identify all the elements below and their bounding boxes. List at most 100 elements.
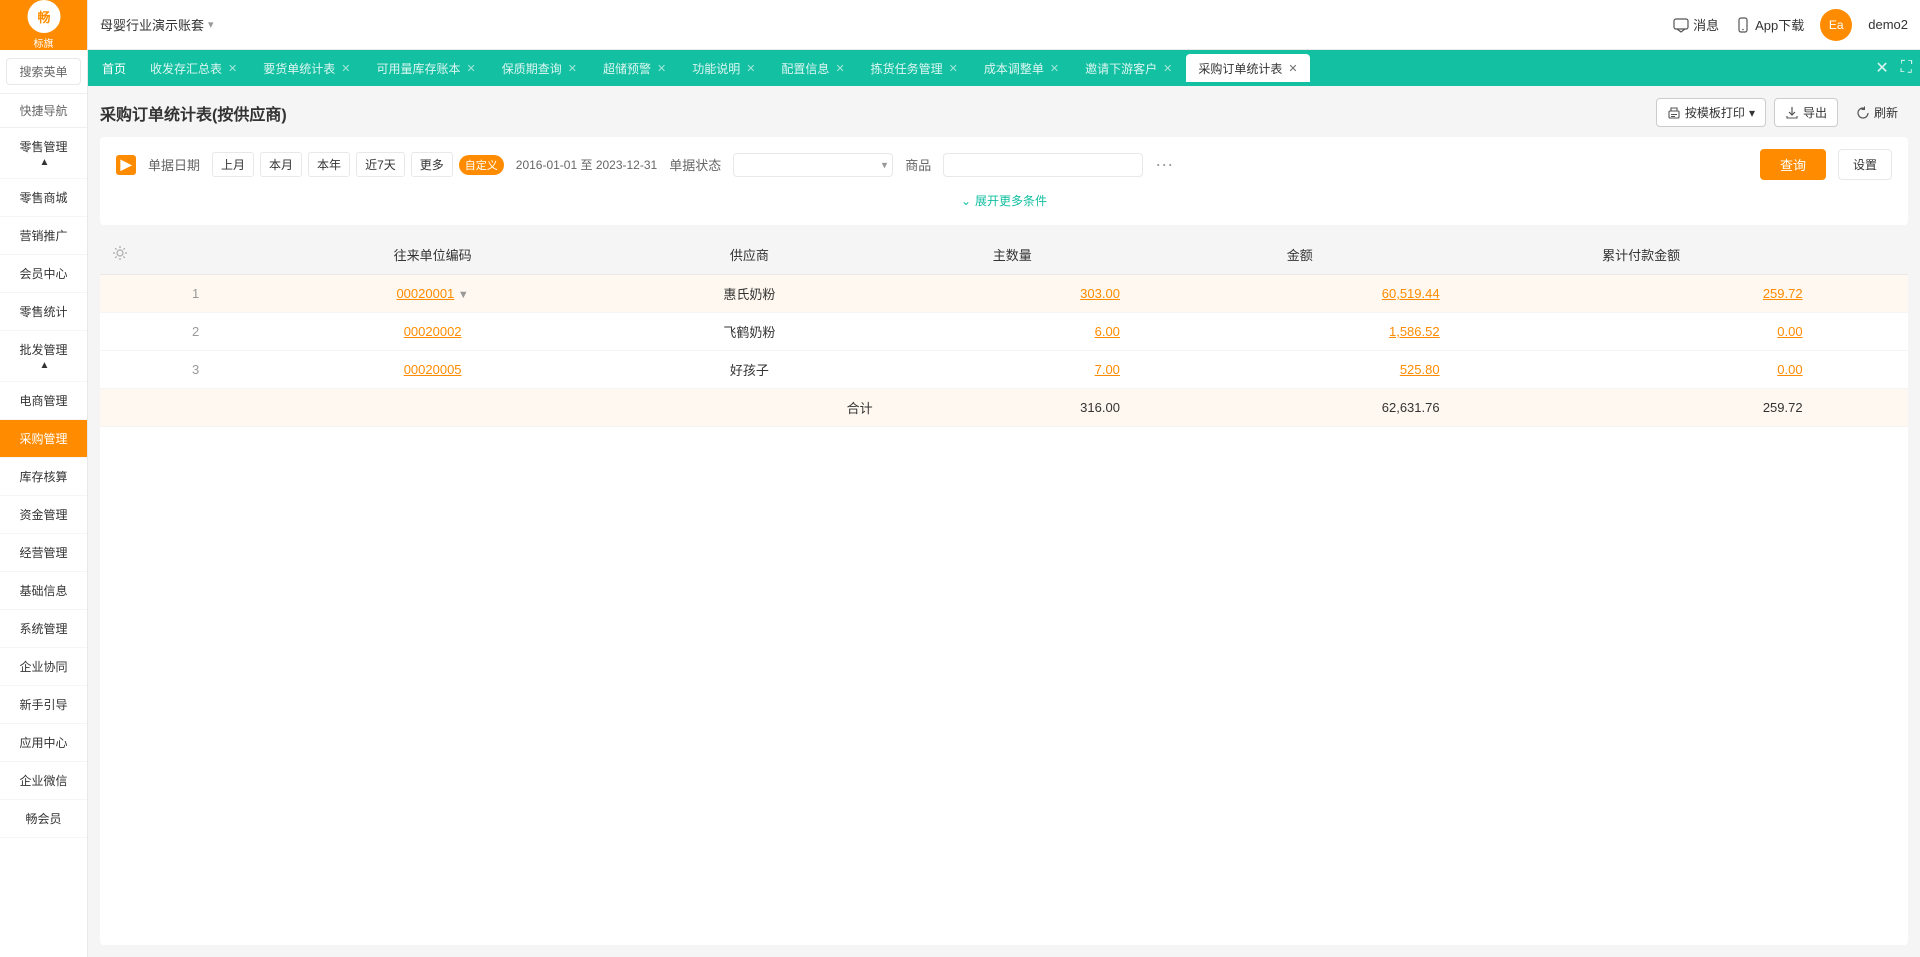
tab-close-icon[interactable]: ✕: [835, 62, 844, 75]
sidebar-item-retail-mgmt[interactable]: 零售管理 ▲: [0, 128, 87, 179]
tab-pick-task[interactable]: 拣货任务管理 ✕: [859, 54, 970, 82]
sidebar-item-member[interactable]: 畅会员: [0, 800, 87, 838]
export-button[interactable]: 导出: [1774, 98, 1838, 127]
date-filter-label: 单据日期: [148, 155, 200, 174]
tab-invite-customer[interactable]: 邀请下游客户 ✕: [1073, 54, 1184, 82]
tab-receive-pay[interactable]: 收发存汇总表 ✕: [138, 54, 249, 82]
account-selector[interactable]: 母婴行业演示账套 ▾: [100, 15, 214, 34]
sidebar-item-label: 企业协同: [19, 658, 67, 675]
tab-close-icon[interactable]: ✕: [657, 62, 666, 75]
tab-home[interactable]: 首页: [92, 54, 136, 82]
page-title: 采购订单统计表(按供应商): [100, 101, 287, 125]
username-label[interactable]: demo2: [1868, 17, 1908, 32]
tab-purchase-stats[interactable]: 要货单统计表 ✕: [251, 54, 362, 82]
col-supplier-header: 供应商: [614, 235, 884, 275]
sidebar-item-purchase-mgmt[interactable]: 采购管理: [0, 420, 87, 458]
tab-close-icon[interactable]: ✕: [746, 62, 755, 75]
col-seq-header: [140, 235, 251, 275]
sidebar-item-member-center[interactable]: 会员中心: [0, 255, 87, 293]
sidebar-item-retail-mall[interactable]: 零售商城: [0, 179, 87, 217]
settings-button[interactable]: 设置: [1838, 149, 1892, 180]
cell-amount: 1,586.52: [1140, 313, 1460, 351]
custom-date-badge[interactable]: 自定义: [459, 155, 504, 175]
current-month-button[interactable]: 本月: [260, 152, 302, 177]
user-avatar[interactable]: Ea: [1820, 9, 1852, 41]
prev-month-button[interactable]: 上月: [212, 152, 254, 177]
print-button[interactable]: 按模板打印 ▾: [1656, 98, 1766, 127]
footer-amount: 62,631.76: [1140, 389, 1460, 427]
current-year-button[interactable]: 本年: [308, 152, 350, 177]
status-select-wrap: [733, 153, 893, 177]
status-select[interactable]: [733, 153, 893, 177]
collapse-filter-button[interactable]: ▶: [116, 155, 136, 175]
sidebar-item-finance[interactable]: 资金管理: [0, 496, 87, 534]
goods-input[interactable]: [943, 153, 1143, 177]
cell-unit-code: 00020005: [251, 351, 614, 389]
main-area: 母婴行业演示账套 ▾ 消息 App下载 Ea demo2 首页 收发存汇总表 ✕…: [88, 0, 1920, 957]
more-date-button[interactable]: 更多: [411, 152, 453, 177]
qty-link[interactable]: 303.00: [1080, 286, 1120, 301]
sidebar-item-guide[interactable]: 新手引导: [0, 686, 87, 724]
cell-extra: [1823, 275, 1908, 313]
tab-label: 保质期查询: [502, 60, 562, 77]
tab-cost-adjust[interactable]: 成本调整单 ✕: [972, 54, 1071, 82]
tab-close-icon[interactable]: ✕: [949, 62, 958, 75]
tab-expiry-check[interactable]: 保质期查询 ✕: [490, 54, 589, 82]
sidebar-item-wechat[interactable]: 企业微信: [0, 762, 87, 800]
tab-purchase-order-stats[interactable]: 采购订单统计表 ✕: [1186, 54, 1309, 82]
message-button[interactable]: 消息: [1673, 15, 1719, 34]
tab-label: 要货单统计表: [263, 60, 335, 77]
footer-label: 合计: [251, 389, 884, 427]
table-row: 2 00020002 飞鹤奶粉 6.00 1,586.52 0.00: [100, 313, 1908, 351]
amount-link[interactable]: 60,519.44: [1382, 286, 1440, 301]
refresh-button[interactable]: 刷新: [1846, 99, 1908, 126]
sidebar-item-wholesale-mgmt[interactable]: 批发管理 ▲: [0, 331, 87, 382]
footer-qty: 316.00: [885, 389, 1140, 427]
sidebar-item-basic-info[interactable]: 基础信息: [0, 572, 87, 610]
sidebar-item-marketing[interactable]: 营销推广: [0, 217, 87, 255]
cell-supplier: 飞鹤奶粉: [614, 313, 884, 351]
page-content: 采购订单统计表(按供应商) 按模板打印 ▾ 导出 刷新: [88, 86, 1920, 957]
paid-link[interactable]: 0.00: [1777, 324, 1802, 339]
app-download-label: App下载: [1755, 15, 1804, 34]
tab-close-icon[interactable]: ✕: [1163, 62, 1172, 75]
7days-button[interactable]: 近7天: [356, 152, 405, 177]
sidebar-item-app-center[interactable]: 应用中心: [0, 724, 87, 762]
tab-close-icon[interactable]: ✕: [1288, 62, 1297, 75]
tab-overstock-warn[interactable]: 超储预警 ✕: [591, 54, 678, 82]
tab-close-icon[interactable]: ✕: [341, 62, 350, 75]
unit-code-link[interactable]: 00020005: [404, 362, 462, 377]
sidebar-item-inventory[interactable]: 库存核算: [0, 458, 87, 496]
expand-more-conditions[interactable]: ⌄ 展开更多条件: [116, 188, 1892, 213]
paid-link[interactable]: 0.00: [1777, 362, 1802, 377]
chevron-down-icon: ▲: [40, 157, 50, 168]
search-menu-button[interactable]: 搜索英单: [6, 58, 81, 85]
sidebar-item-enterprise[interactable]: 企业协同: [0, 648, 87, 686]
sidebar-item-sys-mgmt[interactable]: 系统管理: [0, 610, 87, 648]
tab-close-icon[interactable]: ✕: [467, 62, 476, 75]
row-expand-icon[interactable]: ▼: [458, 289, 469, 301]
tab-close-icon[interactable]: ✕: [1050, 62, 1059, 75]
amount-link[interactable]: 1,586.52: [1389, 324, 1440, 339]
app-download-button[interactable]: App下载: [1735, 15, 1804, 34]
tab-close-icon[interactable]: ✕: [568, 62, 577, 75]
tab-inventory-book[interactable]: 可用量库存账本 ✕: [364, 54, 487, 82]
query-button[interactable]: 查询: [1760, 149, 1826, 180]
sidebar-item-ecom-mgmt[interactable]: 电商管理: [0, 382, 87, 420]
amount-link[interactable]: 525.80: [1400, 362, 1440, 377]
unit-code-link[interactable]: 00020001: [396, 286, 454, 301]
sidebar-item-label: 基础信息: [19, 582, 67, 599]
tab-close-icon[interactable]: ✕: [228, 62, 237, 75]
tab-config-info[interactable]: 配置信息 ✕: [769, 54, 856, 82]
paid-link[interactable]: 259.72: [1763, 286, 1803, 301]
qty-link[interactable]: 7.00: [1095, 362, 1120, 377]
sidebar-item-ops-mgmt[interactable]: 经营管理: [0, 534, 87, 572]
expand-tabs-button[interactable]: ⛶: [1897, 59, 1916, 77]
goods-more-icon[interactable]: ···: [1155, 154, 1173, 175]
sidebar-item-retail-stats[interactable]: 零售统计: [0, 293, 87, 331]
tab-func-desc[interactable]: 功能说明 ✕: [680, 54, 767, 82]
quick-nav-label[interactable]: 快捷导航: [6, 102, 81, 119]
unit-code-link[interactable]: 00020002: [404, 324, 462, 339]
close-all-tabs-button[interactable]: ✕: [1871, 58, 1892, 78]
qty-link[interactable]: 6.00: [1095, 324, 1120, 339]
